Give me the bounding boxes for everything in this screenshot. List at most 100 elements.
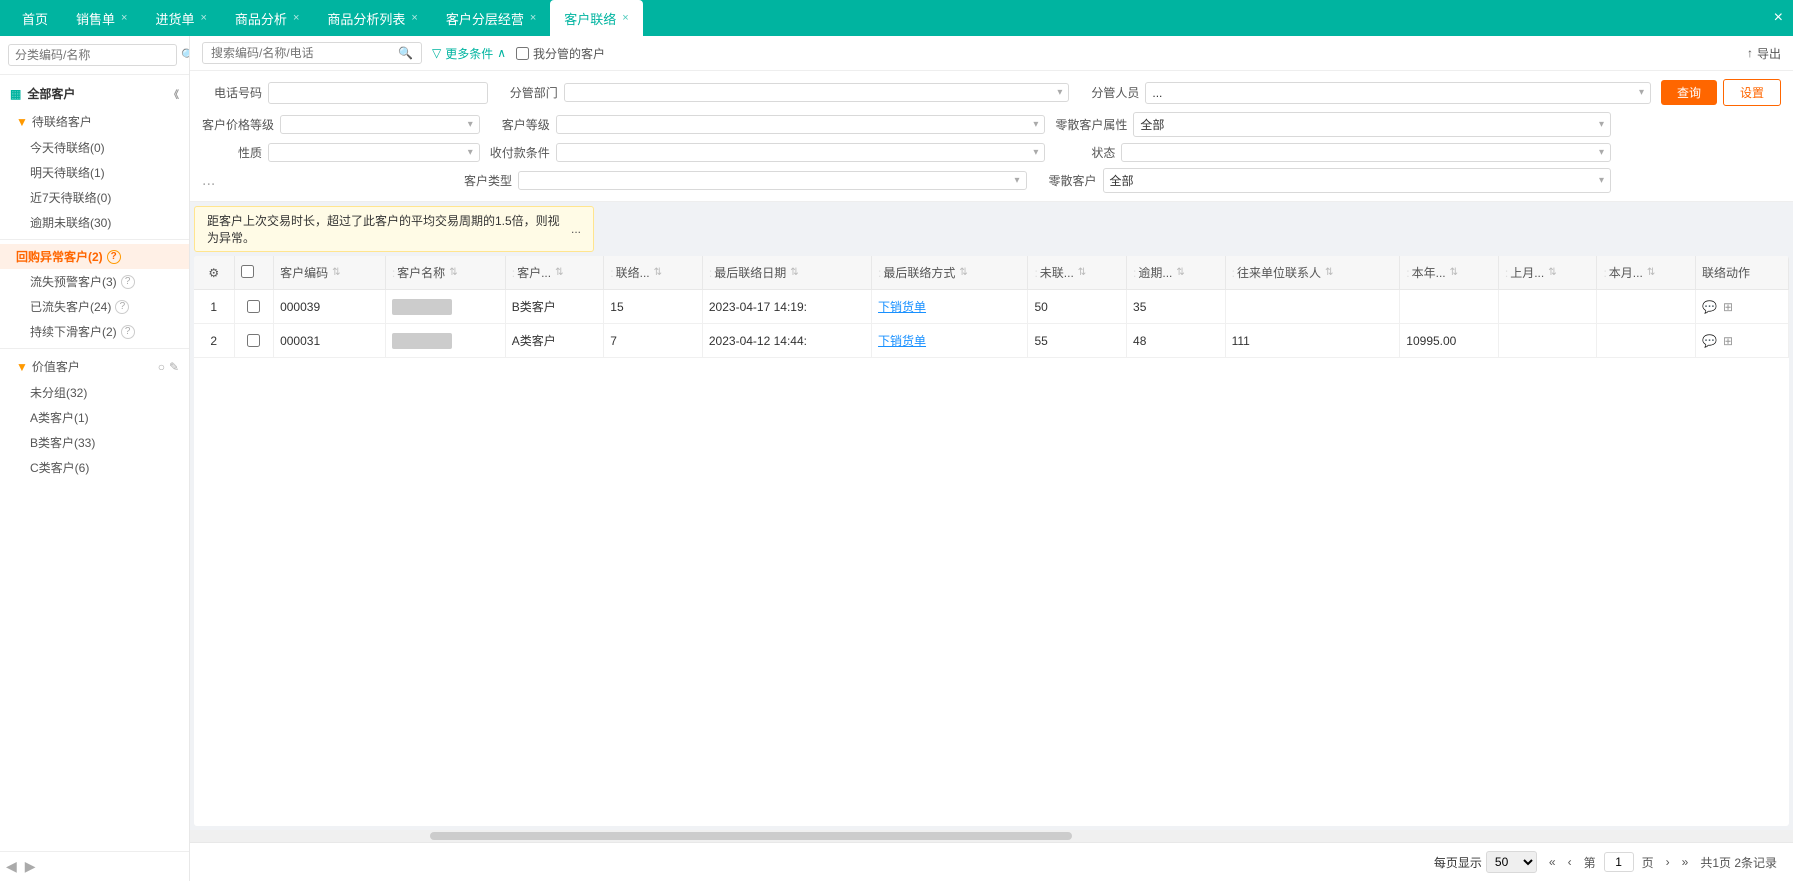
row-checkbox[interactable] xyxy=(247,300,260,313)
sort-icon[interactable]: ⇅ xyxy=(1647,267,1655,278)
per-page-select[interactable]: 50 10 20 100 xyxy=(1486,851,1537,873)
sidebar-item-a-class[interactable]: A类客户(1) xyxy=(0,405,189,430)
sidebar-item-today[interactable]: 今天待联络(0) xyxy=(0,135,189,160)
sidebar-item-declining[interactable]: 持续下滑客户(2) ? xyxy=(0,319,189,344)
horizontal-scrollbar[interactable] xyxy=(190,830,1793,842)
sidebar-pending-group[interactable]: ▼ 待联络客户 xyxy=(0,108,189,135)
edit-icon[interactable]: ✎ xyxy=(169,360,179,374)
sidebar-item-7days[interactable]: 近7天待联络(0) xyxy=(0,185,189,210)
cust-type-select[interactable]: ▾ xyxy=(518,171,1027,190)
scroll-thumb[interactable] xyxy=(430,832,1071,840)
gender-select[interactable]: ▾ xyxy=(268,143,480,162)
nav-item-segmentation[interactable]: 客户分层经营 × xyxy=(432,0,550,36)
person-select[interactable]: ... ▾ xyxy=(1145,82,1651,104)
more-conditions-btn[interactable]: ▽ 更多条件 ∧ xyxy=(432,45,506,62)
sidebar-value-group[interactable]: ▼ 价值客户 ○ ✎ xyxy=(0,353,189,380)
sidebar-all-customers[interactable]: ▦ 全部客户 《 xyxy=(0,79,189,108)
close-icon[interactable]: × xyxy=(530,12,536,24)
close-icon[interactable]: × xyxy=(622,12,628,24)
status-select[interactable]: ▾ xyxy=(1121,143,1611,162)
search-input[interactable] xyxy=(211,46,394,60)
last-contact-link[interactable]: 下销货单 xyxy=(878,300,926,314)
sort-icon[interactable]: ⇅ xyxy=(1325,267,1333,278)
left-arrow-icon[interactable]: ◀ xyxy=(4,856,19,877)
more-conditions-label: 更多条件 xyxy=(445,45,493,62)
per-page-selector: 每页显示 50 10 20 100 xyxy=(1434,851,1537,873)
close-all-button[interactable]: × xyxy=(1774,9,1783,27)
action-chat-icon[interactable]: 💬 xyxy=(1702,334,1717,348)
last-contact-link[interactable]: 下销货单 xyxy=(878,334,926,348)
sidebar-item-tomorrow[interactable]: 明天待联络(1) xyxy=(0,160,189,185)
dots-icon[interactable]: ... xyxy=(202,172,215,190)
search-icon[interactable]: 🔍 xyxy=(398,46,413,60)
settings-icon[interactable]: ⚙ xyxy=(208,266,219,280)
dept-select[interactable]: ▾ xyxy=(564,83,1070,102)
sort-icon[interactable]: ⇅ xyxy=(790,267,798,278)
sidebar-item-loss-warning[interactable]: 流失预警客户(3) ? xyxy=(0,269,189,294)
next-page-btn[interactable]: › xyxy=(1662,853,1674,871)
th-customer-name: : 客户名称 ⇅ xyxy=(385,256,505,290)
last-page-btn[interactable]: » xyxy=(1678,853,1693,871)
nav-item-purchase[interactable]: 进货单 × xyxy=(141,0,220,36)
close-icon[interactable]: × xyxy=(411,12,417,24)
price-grade-select[interactable]: ▾ xyxy=(280,115,480,134)
sidebar-item-b-class[interactable]: B类客户(33) xyxy=(0,430,189,455)
value-group-actions: ○ ✎ xyxy=(158,360,179,374)
export-label: 导出 xyxy=(1757,45,1781,62)
help-icon[interactable]: ? xyxy=(115,300,129,314)
sort-icon[interactable]: ⇅ xyxy=(959,267,967,278)
col-sep: : xyxy=(1232,266,1235,280)
help-icon[interactable]: ? xyxy=(107,250,121,264)
help-icon[interactable]: ? xyxy=(121,325,135,339)
first-page-btn[interactable]: « xyxy=(1545,853,1560,871)
close-icon[interactable]: × xyxy=(121,12,127,24)
action-chat-icon[interactable]: 💬 xyxy=(1702,300,1717,314)
col-label: 最后联络方式 xyxy=(883,264,955,281)
nav-item-contact[interactable]: 客户联络 × xyxy=(550,0,642,36)
row-overdue: 35 xyxy=(1127,290,1226,324)
phone-input[interactable] xyxy=(268,82,488,104)
sort-icon[interactable]: ⇅ xyxy=(555,267,563,278)
export-btn[interactable]: ↑ 导出 xyxy=(1747,45,1781,62)
pay-cond-select[interactable]: ▾ xyxy=(556,143,1046,162)
prev-page-btn[interactable]: ‹ xyxy=(1564,853,1576,871)
close-icon[interactable]: × xyxy=(293,12,299,24)
right-arrow-icon[interactable]: ▶ xyxy=(23,856,38,877)
retail-cust-select[interactable]: 全部 ▾ xyxy=(1103,168,1612,193)
sort-icon[interactable]: ⇅ xyxy=(1450,267,1458,278)
nav-item-home[interactable]: 首页 xyxy=(8,0,62,36)
my-customers-checkbox[interactable] xyxy=(516,47,529,60)
sidebar-item-c-class[interactable]: C类客户(6) xyxy=(0,455,189,480)
grade-select[interactable]: ▾ xyxy=(556,115,1046,134)
sidebar-item-abnormal[interactable]: 回购异常客户(2) ? xyxy=(0,244,189,269)
circle-icon[interactable]: ○ xyxy=(158,360,165,374)
retail-attr-select[interactable]: 全部 ▾ xyxy=(1133,112,1611,137)
nav-item-analysis-list[interactable]: 商品分析列表 × xyxy=(313,0,431,36)
chevron-down-icon: ▾ xyxy=(1014,175,1019,186)
sort-icon[interactable]: ⇅ xyxy=(1078,267,1086,278)
setting-button[interactable]: 设置 xyxy=(1723,79,1781,106)
nav-item-sales[interactable]: 销售单 × xyxy=(62,0,141,36)
action-more-icon[interactable]: ⊞ xyxy=(1723,300,1733,314)
nav-item-analysis[interactable]: 商品分析 × xyxy=(221,0,313,36)
sidebar-item-lost[interactable]: 已流失客户(24) ? xyxy=(0,294,189,319)
sort-icon[interactable]: ⇅ xyxy=(332,267,340,278)
tooltip-more-icon[interactable]: ... xyxy=(571,222,581,236)
col-sep: : xyxy=(1034,266,1037,280)
sort-icon[interactable]: ⇅ xyxy=(1176,267,1184,278)
sort-icon[interactable]: ⇅ xyxy=(654,267,662,278)
page-input[interactable] xyxy=(1604,852,1634,872)
sidebar-item-ungrouped[interactable]: 未分组(32) xyxy=(0,380,189,405)
row-checkbox[interactable] xyxy=(247,334,260,347)
close-icon[interactable]: × xyxy=(200,12,206,24)
action-more-icon[interactable]: ⊞ xyxy=(1723,334,1733,348)
select-all-checkbox[interactable] xyxy=(241,265,254,278)
search-icon[interactable]: 🔍 xyxy=(181,48,190,62)
sidebar-item-overdue[interactable]: 逾期未联络(30) xyxy=(0,210,189,235)
collapse-icon[interactable]: 《 xyxy=(169,86,179,101)
sort-icon[interactable]: ⇅ xyxy=(1548,267,1556,278)
sort-icon[interactable]: ⇅ xyxy=(449,267,457,278)
help-icon[interactable]: ? xyxy=(121,275,135,289)
query-button[interactable]: 查询 xyxy=(1661,80,1717,105)
sidebar-search-input[interactable] xyxy=(8,44,177,66)
